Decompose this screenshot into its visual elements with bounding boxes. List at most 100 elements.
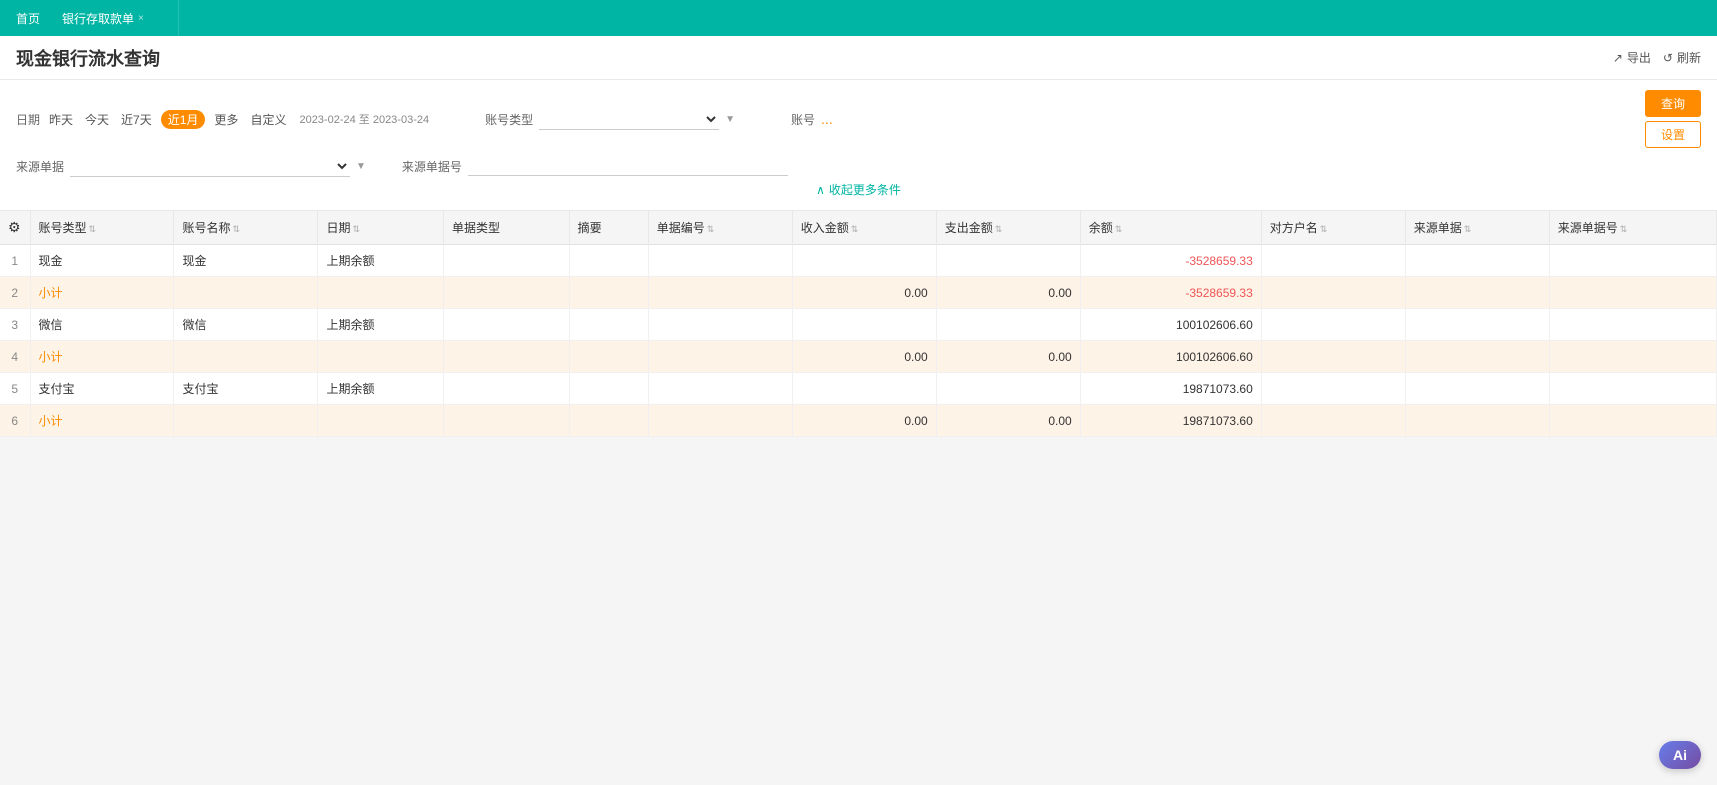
date-shortcut-更多[interactable]: 更多 [211, 110, 241, 129]
cell-account-name: 微信 [174, 309, 318, 341]
row-number: 3 [0, 309, 30, 341]
row-number: 1 [0, 245, 30, 277]
account-label: 账号 [791, 111, 815, 128]
cell-income [792, 309, 936, 341]
cell-date [318, 405, 444, 437]
cell-source-doc-no [1549, 245, 1716, 277]
date-label: 日期 [16, 111, 40, 128]
table-row: 3微信微信上期余额100102606.60 [0, 309, 1717, 341]
cell-counterpart [1261, 309, 1405, 341]
cell-doc-no [648, 309, 792, 341]
table-row: 5支付宝支付宝上期余额19871073.60 [0, 373, 1717, 405]
col-header-doc_no[interactable]: 单据编号⇅ [648, 211, 792, 245]
cell-balance: 19871073.60 [1080, 373, 1261, 405]
col-header-source_doc_no[interactable]: 来源单据号⇅ [1549, 211, 1716, 245]
row-number: 4 [0, 341, 30, 373]
refresh-icon: ↺ [1663, 51, 1673, 65]
cell-counterpart [1261, 277, 1405, 309]
sort-icon: ⇅ [89, 224, 97, 234]
action-buttons: 查询 设置 [1645, 90, 1701, 148]
date-filter: 日期 昨天今天近7天近1月更多自定义 2023-02-24 至 2023-03-… [16, 110, 429, 129]
date-shortcut-昨天[interactable]: 昨天 [46, 110, 76, 129]
row-number: 6 [0, 405, 30, 437]
date-shortcuts: 昨天今天近7天近1月更多自定义 [46, 110, 289, 129]
cell-source-doc [1405, 373, 1549, 405]
export-button[interactable]: ↗ 导出 [1613, 49, 1651, 66]
cell-summary [569, 277, 648, 309]
cell-source-doc-no [1549, 405, 1716, 437]
account-type-select[interactable] [539, 109, 719, 130]
cell-doc-no [648, 373, 792, 405]
col-header-balance[interactable]: 余额⇅ [1080, 211, 1261, 245]
filter-row-1: 日期 昨天今天近7天近1月更多自定义 2023-02-24 至 2023-03-… [16, 90, 1701, 148]
cell-summary [569, 309, 648, 341]
settings-button[interactable]: 设置 [1645, 121, 1701, 148]
col-header-summary: 摘要 [569, 211, 648, 245]
table-container: ⚙账号类型⇅账号名称⇅日期⇅单据类型摘要单据编号⇅收入金额⇅支出金额⇅余额⇅对方… [0, 211, 1717, 437]
export-icon: ↗ [1613, 51, 1623, 65]
page-title: 现金银行流水查询 [16, 45, 160, 71]
query-button[interactable]: 查询 [1645, 90, 1701, 117]
nav-tabs: 收款单×付款单×其他收入单×应收应付调整单×银行存取款单×预收冲应收单×收款核销… [52, 0, 179, 36]
nav-tab-银行存取款单[interactable]: 银行存取款单× [52, 0, 179, 36]
date-shortcut-近7天[interactable]: 近7天 [118, 110, 155, 129]
cell-account-type: 小计 [30, 405, 174, 437]
cell-income: 0.00 [792, 405, 936, 437]
table-header-row: ⚙账号类型⇅账号名称⇅日期⇅单据类型摘要单据编号⇅收入金额⇅支出金额⇅余额⇅对方… [0, 211, 1717, 245]
date-range: 2023-02-24 至 2023-03-24 [299, 111, 429, 127]
close-tab-icon[interactable]: × [138, 13, 144, 24]
source-doc-label: 来源单据 [16, 158, 64, 175]
cell-source-doc-no [1549, 277, 1716, 309]
cell-balance: -3528659.33 [1080, 245, 1261, 277]
sort-icon: ⇅ [1620, 224, 1628, 234]
sort-icon: ⇅ [1115, 224, 1123, 234]
row-number: 2 [0, 277, 30, 309]
col-header-income[interactable]: 收入金额⇅ [792, 211, 936, 245]
date-shortcut-自定义[interactable]: 自定义 [247, 110, 289, 129]
cell-balance: -3528659.33 [1080, 277, 1261, 309]
col-header-date[interactable]: 日期⇅ [318, 211, 444, 245]
cell-source-doc [1405, 277, 1549, 309]
top-nav: 首页 收款单×付款单×其他收入单×应收应付调整单×银行存取款单×预收冲应收单×收… [0, 0, 1717, 36]
cell-balance: 19871073.60 [1080, 405, 1261, 437]
table-row: 6小计0.000.0019871073.60 [0, 405, 1717, 437]
collapse-bar[interactable]: ∧ 收起更多条件 [16, 177, 1701, 200]
col-header-expense[interactable]: 支出金额⇅ [936, 211, 1080, 245]
cell-expense [936, 245, 1080, 277]
ai-badge[interactable]: Ai [1659, 741, 1701, 769]
cell-account-type: 支付宝 [30, 373, 174, 405]
col-header-gear: ⚙ [0, 211, 30, 245]
cell-source-doc [1405, 405, 1549, 437]
col-header-account_name[interactable]: 账号名称⇅ [174, 211, 318, 245]
cell-date: 上期余额 [318, 245, 444, 277]
cell-source-doc-no [1549, 341, 1716, 373]
source-doc-select[interactable] [70, 156, 350, 177]
cell-doc-no [648, 245, 792, 277]
col-header-counterpart[interactable]: 对方户名⇅ [1261, 211, 1405, 245]
cell-expense [936, 373, 1080, 405]
col-header-source_doc[interactable]: 来源单据⇅ [1405, 211, 1549, 245]
col-header-account_type[interactable]: 账号类型⇅ [30, 211, 174, 245]
sort-icon: ⇅ [352, 224, 360, 234]
date-shortcut-近1月[interactable]: 近1月 [161, 110, 206, 129]
account-ellipsis-btn[interactable]: ... [821, 111, 833, 127]
nav-home[interactable]: 首页 [4, 10, 52, 27]
cell-doc-type [444, 373, 570, 405]
gear-icon[interactable]: ⚙ [8, 219, 21, 235]
account-type-label: 账号类型 [485, 111, 533, 128]
refresh-button[interactable]: ↺ 刷新 [1663, 49, 1701, 66]
cell-account-name [174, 341, 318, 373]
cell-counterpart [1261, 405, 1405, 437]
cell-income: 0.00 [792, 277, 936, 309]
source-doc-no-input[interactable] [468, 157, 788, 176]
cell-summary [569, 341, 648, 373]
cell-income: 0.00 [792, 341, 936, 373]
cell-account-type: 微信 [30, 309, 174, 341]
data-table: ⚙账号类型⇅账号名称⇅日期⇅单据类型摘要单据编号⇅收入金额⇅支出金额⇅余额⇅对方… [0, 211, 1717, 437]
date-shortcut-今天[interactable]: 今天 [82, 110, 112, 129]
cell-account-type: 小计 [30, 277, 174, 309]
sort-icon: ⇅ [851, 224, 859, 234]
sort-icon: ⇅ [995, 224, 1003, 234]
cell-income [792, 245, 936, 277]
cell-source-doc-no [1549, 373, 1716, 405]
